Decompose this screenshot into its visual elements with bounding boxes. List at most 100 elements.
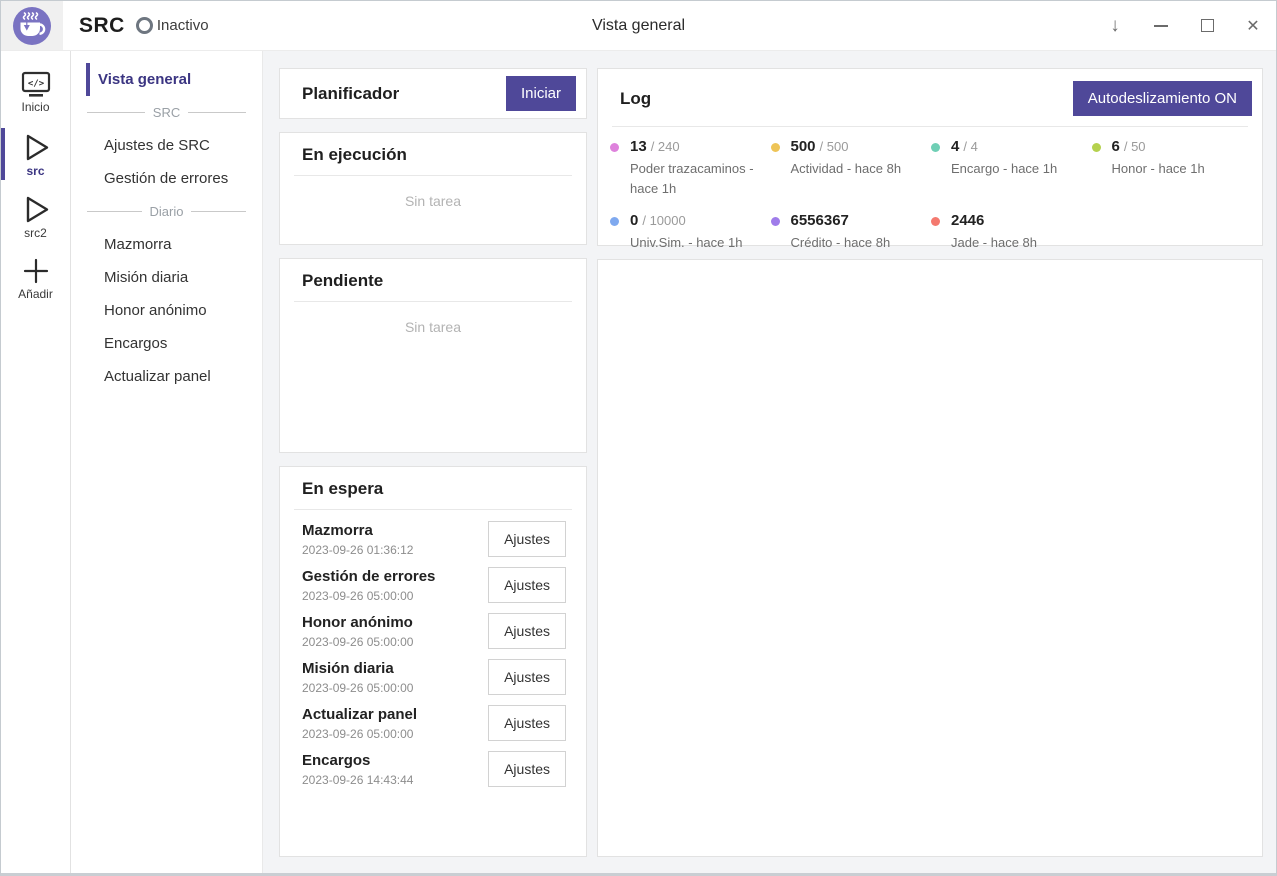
sidebar-section-diario: Diario <box>87 204 246 219</box>
log-title: Log <box>620 88 652 108</box>
stat-label: Poder trazacaminos - hace 1h <box>630 161 754 197</box>
rail-item-label: src2 <box>24 225 47 240</box>
stat-credit: 6556367 Crédito - hace 8h <box>770 212 932 253</box>
task-name: Encargos <box>302 751 371 769</box>
sidebar-item-vista-general[interactable]: Vista general <box>86 63 262 96</box>
log-output-panel <box>597 259 1263 857</box>
status-label: Inactivo <box>156 17 209 34</box>
stat-label: Encargo - hace 1h <box>951 161 1058 176</box>
sidebar-item-actualizar-panel[interactable]: Actualizar panel <box>71 360 262 393</box>
sidebar-item-ajustes-de-src[interactable]: Ajustes de SRC <box>71 129 262 162</box>
task-settings-button[interactable]: Ajustes <box>488 751 566 787</box>
sidebar-item-mazmorra[interactable]: Mazmorra <box>71 228 262 261</box>
stat-value: 6 <box>1111 138 1120 155</box>
maximize-button[interactable] <box>1184 1 1230 50</box>
rail-item-src2[interactable]: src2 <box>1 185 70 247</box>
waiting-title: En espera <box>302 479 384 498</box>
rail-item-add[interactable]: Añadir <box>1 247 70 309</box>
task-time: 2023-09-26 05:00:00 <box>302 680 414 695</box>
running-card: En ejecución Sin tarea <box>279 132 587 245</box>
task-settings-button[interactable]: Ajustes <box>488 705 566 741</box>
stat-value: 0 <box>630 212 639 230</box>
stat-value: 4 <box>951 138 960 155</box>
sidebar-section-label: SRC <box>152 105 181 120</box>
active-indicator <box>1 128 5 180</box>
close-button[interactable]: ✕ <box>1230 1 1276 50</box>
sidebar-item-encargos[interactable]: Encargos <box>71 327 262 360</box>
sidebar-item-honor-anonimo[interactable]: Honor anónimo <box>71 294 262 327</box>
rail-item-inicio[interactable]: </> Inicio <box>1 61 70 123</box>
stat-dot-icon <box>610 217 619 227</box>
stat-max: / 240 <box>650 139 680 154</box>
autoscroll-toggle-button[interactable]: Autodeslizamiento ON <box>1072 81 1252 116</box>
task-settings-button[interactable]: Ajustes <box>488 521 566 557</box>
close-icon: ✕ <box>1246 17 1260 35</box>
task-time: 2023-09-26 05:00:00 <box>302 726 414 741</box>
coffee-cup-logo-icon <box>13 6 51 45</box>
stat-value: 6556367 <box>790 212 849 230</box>
sidebar-item-gestion-de-errores[interactable]: Gestión de errores <box>71 162 262 195</box>
rail-item-label: Inicio <box>21 99 50 114</box>
stat-dot-icon <box>1091 143 1101 152</box>
stat-max: / 50 <box>1123 139 1146 154</box>
sidebar-item-mision-diaria[interactable]: Misión diaria <box>71 261 262 294</box>
stat-max: / 500 <box>819 139 849 154</box>
stat-dot-icon <box>610 143 619 152</box>
left-rail: </> Inicio src src2 Añadir <box>1 51 71 873</box>
rail-item-src[interactable]: src <box>1 123 70 185</box>
task-settings-button[interactable]: Ajustes <box>488 613 566 649</box>
stat-label: Honor - hace 1h <box>1111 161 1205 176</box>
sidebar-section-label: Diario <box>149 204 184 219</box>
running-title: En ejecución <box>302 145 407 164</box>
divider <box>294 301 572 302</box>
stat-assignment: 4 / 4 Encargo - hace 1h <box>931 138 1092 199</box>
app-name: SRC <box>79 13 125 37</box>
status-indicator: Inactivo <box>135 17 209 34</box>
task-settings-button[interactable]: Ajustes <box>488 567 566 603</box>
main-content: Planificador Iniciar En ejecución Sin ta… <box>263 51 1276 873</box>
task-time: 2023-09-26 01:36:12 <box>302 542 414 557</box>
start-scheduler-button[interactable]: Iniciar <box>505 76 576 111</box>
stat-activity: 500 / 500 Actividad - hace 8h <box>770 138 932 199</box>
divider <box>294 175 572 176</box>
task-time: 2023-09-26 05:00:00 <box>302 634 414 649</box>
pending-title: Pendiente <box>302 271 384 290</box>
rail-item-label: Añadir <box>18 286 53 301</box>
minimize-icon <box>1154 24 1168 27</box>
pending-card: Pendiente Sin tarea <box>279 258 587 453</box>
task-row: Mazmorra 2023-09-26 01:36:12 Ajustes <box>280 516 586 562</box>
code-monitor-icon: </> <box>21 71 50 97</box>
stat-label: Jade - hace 8h <box>951 235 1038 251</box>
hide-window-button[interactable]: ↓ <box>1092 1 1138 50</box>
task-row: Encargos 2023-09-26 14:43:44 Ajustes <box>280 746 586 792</box>
task-row: Honor anónimo 2023-09-26 05:00:00 Ajuste… <box>280 608 586 654</box>
waiting-card: En espera Mazmorra 2023-09-26 01:36:12 A… <box>279 466 587 857</box>
pending-empty-text: Sin tarea <box>404 319 462 335</box>
task-settings-button[interactable]: Ajustes <box>488 659 566 695</box>
task-row: Actualizar panel 2023-09-26 05:00:00 Aju… <box>280 700 586 746</box>
stat-max: / 4 <box>963 139 978 154</box>
stat-dot-icon <box>770 143 780 152</box>
log-card: Log Autodeslizamiento ON 13 / 240 Poder … <box>597 68 1263 250</box>
stat-label: Univ.Sim. - hace 1h <box>630 235 743 251</box>
stat-value: 2446 <box>951 212 985 230</box>
window-controls: ↓ ✕ <box>1092 1 1276 50</box>
task-row: Gestión de errores 2023-09-26 05:00:00 A… <box>280 562 586 608</box>
running-empty-text: Sin tarea <box>404 193 462 209</box>
minimize-button[interactable] <box>1138 1 1184 50</box>
play-icon <box>26 196 48 222</box>
app-window: SRC Inactivo Vista general ↓ ✕ </> Inici… <box>0 0 1277 876</box>
stat-label: Actividad - hace 8h <box>790 161 902 176</box>
stat-dot-icon <box>770 217 780 227</box>
scheduler-title: Planificador <box>302 83 400 103</box>
stat-value: 500 <box>790 138 816 155</box>
scheduler-card: Planificador Iniciar <box>279 68 587 119</box>
titlebar: SRC Inactivo Vista general ↓ ✕ <box>1 1 1276 51</box>
stat-label: Crédito - hace 8h <box>790 235 891 251</box>
arrow-down-icon: ↓ <box>1110 14 1120 36</box>
log-stats: 13 / 240 Poder trazacaminos - hace 1h 50… <box>598 127 1262 253</box>
task-name: Gestión de errores <box>302 567 436 585</box>
plus-icon <box>23 258 48 283</box>
stat-jade: 2446 Jade - hace 8h <box>931 212 1092 253</box>
stat-sim-universe: 0 / 10000 Univ.Sim. - hace 1h <box>610 212 771 253</box>
